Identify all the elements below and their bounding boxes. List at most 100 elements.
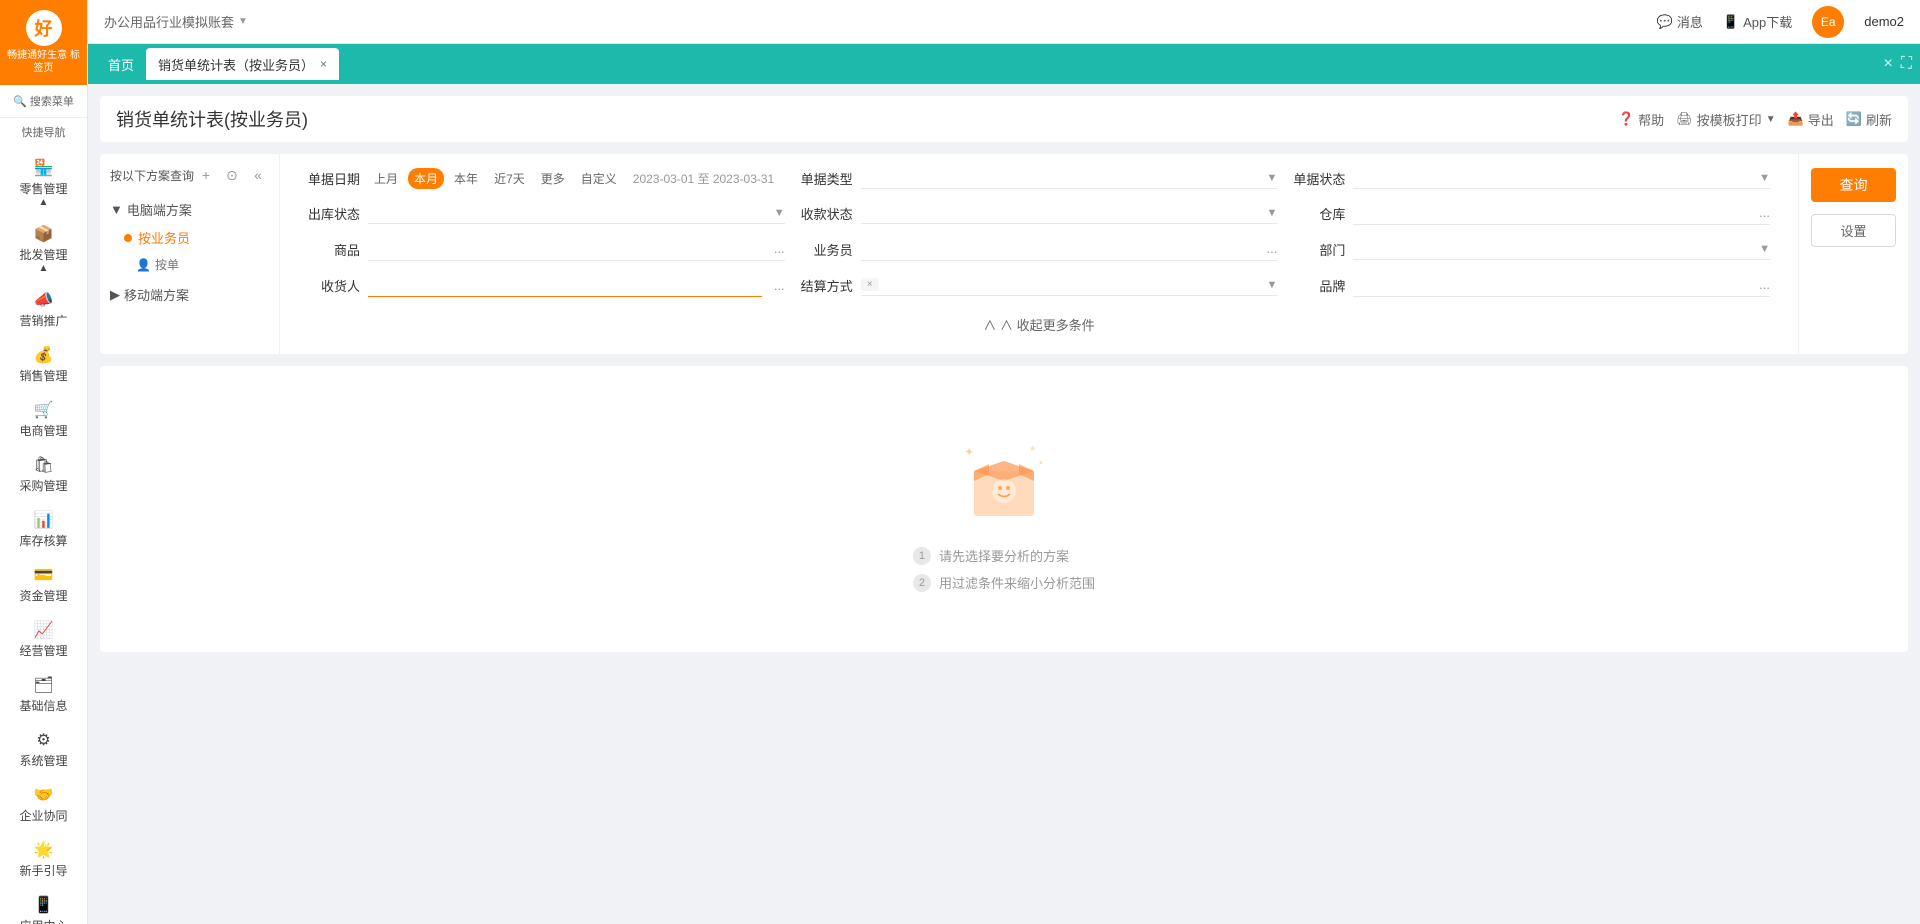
- page-content: 销货单统计表(按业务员) ❓ 帮助 🖨 按模板打印 ▼ 📤 导出 🔄 刷新: [88, 84, 1920, 924]
- outstatus-arrow-icon: ▼: [774, 207, 785, 219]
- download-icon: 📱: [1723, 14, 1739, 30]
- sidebar-item-finance[interactable]: 💳 资金管理: [0, 557, 87, 612]
- date-tab-thismonth[interactable]: 本月: [408, 168, 444, 189]
- tab-home[interactable]: 首页: [96, 48, 146, 80]
- brand-dots-icon[interactable]: ...: [1759, 277, 1770, 292]
- goods-select[interactable]: ...: [368, 237, 785, 261]
- receiver-label: 收货人: [308, 276, 360, 295]
- scheme-group-desktop-header[interactable]: ▼ 电脑端方案: [100, 196, 279, 223]
- sidebar-item-sales[interactable]: 💰 销售管理: [0, 337, 87, 392]
- salesperson-select[interactable]: ...: [861, 237, 1278, 261]
- settlement-wrapper[interactable]: × ▼: [861, 274, 1278, 296]
- settlement-tag: ×: [861, 278, 879, 291]
- svg-text:★: ★: [1029, 444, 1036, 453]
- sidebar-item-system[interactable]: ⚙ 系统管理: [0, 722, 87, 777]
- docstatus-arrow-icon: ▼: [1759, 172, 1770, 184]
- export-button[interactable]: 📤 导出: [1788, 110, 1834, 129]
- payment-select[interactable]: ▼: [861, 203, 1278, 224]
- date-tab-custom[interactable]: 自定义: [575, 168, 623, 189]
- doctype-arrow-icon: ▼: [1266, 172, 1277, 184]
- filter-row-3: 商品 ... 业务员 ... 部门: [308, 237, 1770, 261]
- refresh-button[interactable]: 🔄 刷新: [1846, 110, 1892, 129]
- department-select[interactable]: ▼: [1353, 239, 1770, 260]
- receiver-dots-icon[interactable]: ...: [774, 278, 785, 293]
- sidebar-item-operations[interactable]: 📈 经营管理: [0, 612, 87, 667]
- scheme-add-icon[interactable]: +: [195, 164, 217, 186]
- svg-text:✦: ✦: [964, 445, 974, 459]
- export-icon: 📤: [1788, 111, 1804, 127]
- settlement-tag-close[interactable]: ×: [867, 279, 873, 290]
- collapse-label: ∧ 收起更多条件: [1000, 318, 1095, 333]
- department-label: 部门: [1293, 240, 1345, 259]
- message-action[interactable]: 💬 消息: [1657, 12, 1703, 31]
- docstatus-select[interactable]: ▼: [1353, 168, 1770, 189]
- brand-select[interactable]: ...: [1353, 273, 1770, 297]
- tab-bar-actions: × ⛶: [1883, 55, 1912, 73]
- logo-text: 畅捷通好生意 标签页: [5, 49, 82, 75]
- sidebar-item-wholesale[interactable]: 📦 批发管理 ▲: [0, 216, 87, 282]
- scheme-item-order[interactable]: 👤 按单: [100, 252, 279, 277]
- empty-illustration: ✦ ★ •: [954, 426, 1054, 526]
- tab-bar: 首页 销货单统计表（按业务员） × × ⛶: [88, 44, 1920, 84]
- warehouse-dots-icon[interactable]: ...: [1759, 205, 1770, 220]
- retail-icon: 🏪: [34, 158, 54, 178]
- doctype-select[interactable]: ▼: [861, 168, 1278, 189]
- date-tab-7days[interactable]: 近7天: [488, 168, 531, 189]
- main-area: 办公用品行业模拟账套 ▼ 💬 消息 📱 App下载 Ea demo2 首页 销货…: [88, 0, 1920, 924]
- header-right: 💬 消息 📱 App下载 Ea demo2: [1657, 6, 1904, 38]
- sidebar-item-inventory[interactable]: 📊 库存核算: [0, 502, 87, 557]
- scheme-panel: 按以下方案查询 + ⊙ « ▼ 电脑端方案 按业务员: [100, 154, 280, 354]
- query-button[interactable]: 查询: [1811, 168, 1896, 202]
- account-selector[interactable]: 办公用品行业模拟账套 ▼: [104, 12, 248, 31]
- sidebar-item-marketing[interactable]: 📣 营销推广: [0, 282, 87, 337]
- tab-sales-stat[interactable]: 销货单统计表（按业务员） ×: [146, 48, 339, 80]
- empty-steps: 1 请先选择要分析的方案 2 用过滤条件来缩小分析范围: [913, 546, 1095, 592]
- date-tab-more[interactable]: 更多: [535, 168, 571, 189]
- sidebar-item-newbie[interactable]: 🌟 新手引导: [0, 832, 87, 887]
- scheme-group-mobile-header[interactable]: ▶ 移动端方案: [100, 281, 279, 308]
- page-title-actions: ❓ 帮助 🖨 按模板打印 ▼ 📤 导出 🔄 刷新: [1618, 110, 1892, 129]
- date-label: 单据日期: [308, 169, 360, 188]
- goods-dots-icon[interactable]: ...: [774, 241, 785, 256]
- payment-label: 收款状态: [801, 204, 853, 223]
- outstatus-select[interactable]: ▼: [368, 203, 785, 224]
- goods-label: 商品: [308, 240, 360, 259]
- filter-row-4: 收货人 ... 结算方式 × ▼ 品牌: [308, 273, 1770, 297]
- scheme-collapse-icon[interactable]: «: [247, 164, 269, 186]
- date-tab-thisyear[interactable]: 本年: [448, 168, 484, 189]
- operations-icon: 📈: [34, 620, 54, 640]
- sidebar-item-retail[interactable]: 🏪 零售管理 ▲: [0, 150, 87, 216]
- help-button[interactable]: ❓ 帮助: [1618, 110, 1664, 129]
- payment-arrow-icon: ▼: [1266, 207, 1277, 219]
- refresh-icon: 🔄: [1846, 111, 1862, 127]
- sidebar-logo[interactable]: 好 畅捷通好生意 标签页: [0, 0, 87, 85]
- print-button[interactable]: 🖨 按模板打印 ▼: [1676, 110, 1775, 129]
- app-download-action[interactable]: 📱 App下载: [1723, 12, 1792, 31]
- sidebar-item-ecommerce[interactable]: 🛒 电商管理: [0, 392, 87, 447]
- filter-fields: 单据日期 上月 本月 本年 近7天 更多 自定义 2023-03-01 至 20…: [292, 154, 1786, 354]
- sidebar-quick-nav[interactable]: 快捷导航: [0, 118, 87, 146]
- tab-close-all-icon[interactable]: ×: [1883, 55, 1892, 73]
- receiver-input[interactable]: [368, 273, 762, 297]
- scheme-item-salesperson[interactable]: 按业务员: [100, 223, 279, 252]
- tab-expand-icon[interactable]: ⛶: [1901, 55, 1912, 73]
- sidebar-item-basic[interactable]: 🗂 基础信息: [0, 667, 87, 722]
- tab-close-icon[interactable]: ×: [320, 57, 327, 71]
- scheme-group-mobile: ▶ 移动端方案: [100, 279, 279, 310]
- basic-icon: 🗂: [33, 675, 53, 695]
- sidebar-item-enterprise[interactable]: 🤝 企业协同: [0, 777, 87, 832]
- user-avatar[interactable]: Ea: [1812, 6, 1844, 38]
- warehouse-select[interactable]: ...: [1353, 201, 1770, 225]
- step-2-num: 2: [913, 574, 931, 592]
- sidebar-item-apps[interactable]: 📱 应用中心: [0, 887, 87, 924]
- collapse-bar[interactable]: ∧ ∧ 收起更多条件: [308, 309, 1770, 340]
- sidebar-item-purchase[interactable]: 🛍 采购管理: [0, 447, 87, 502]
- setting-button[interactable]: 设置: [1811, 214, 1896, 247]
- print-icon: 🖨: [1676, 111, 1693, 127]
- sidebar-search[interactable]: 🔍 搜索菜单: [0, 85, 87, 118]
- account-name: 办公用品行业模拟账套: [104, 12, 234, 31]
- filter-settlement-field: 结算方式 × ▼: [801, 274, 1278, 296]
- date-tab-lastmonth[interactable]: 上月: [368, 168, 404, 189]
- scheme-settings-icon[interactable]: ⊙: [221, 164, 243, 186]
- salesperson-dots-icon[interactable]: ...: [1267, 241, 1278, 256]
